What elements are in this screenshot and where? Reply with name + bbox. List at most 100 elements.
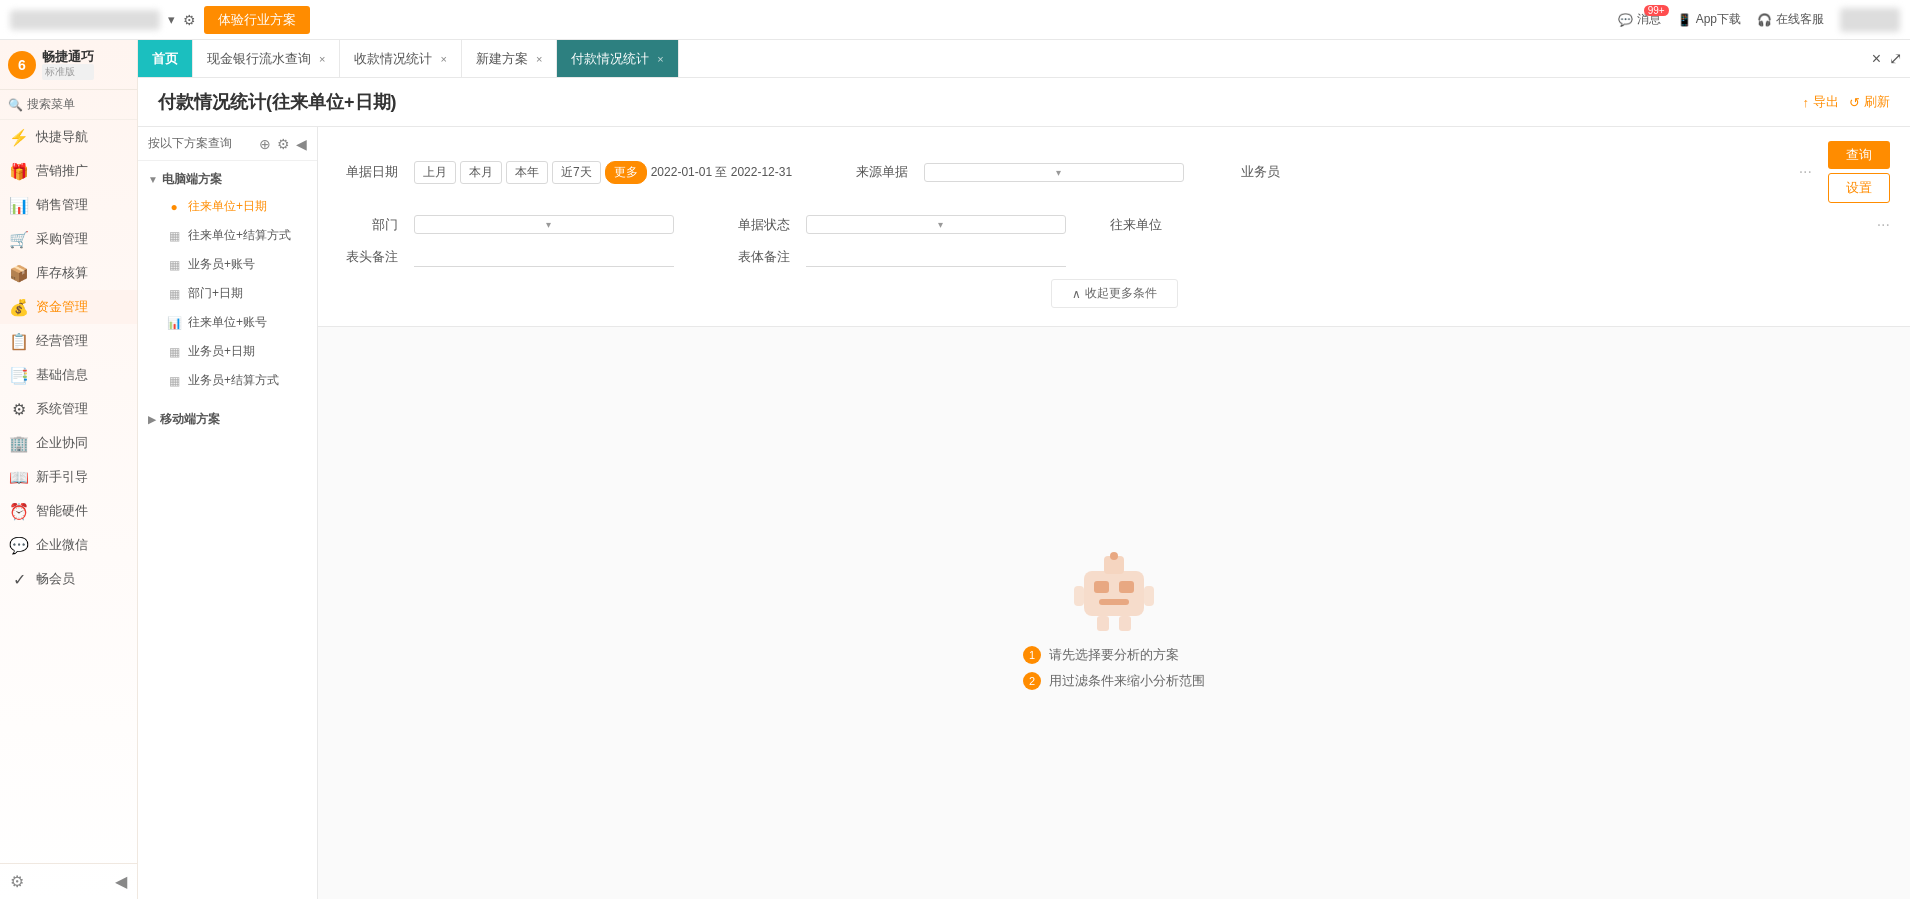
tab-close-receipt-stats[interactable]: × <box>440 53 446 65</box>
online-service-label: 在线客服 <box>1776 11 1824 28</box>
sidebar-item-vip[interactable]: ✓畅会员 <box>0 562 137 596</box>
svg-rect-9 <box>1119 616 1131 631</box>
service-icon: 🎧 <box>1757 13 1772 27</box>
tab-close-new-scheme[interactable]: × <box>536 53 542 65</box>
tab-payment-stats[interactable]: 付款情况统计 × <box>557 40 678 77</box>
dept-select-arrow-icon: ▾ <box>546 219 665 230</box>
query-btn[interactable]: 查询 <box>1828 141 1890 169</box>
empty-tip-1: 1 请先选择要分析的方案 <box>1023 646 1205 664</box>
collapse-btn[interactable]: ∧ 收起更多条件 <box>1051 279 1178 308</box>
scheme-item-salesman-settle[interactable]: ▦业务员+结算方式 <box>138 366 317 395</box>
refresh-btn[interactable]: ↺ 刷新 <box>1849 93 1890 111</box>
sidebar-item-purchase[interactable]: 🛒采购管理 <box>0 222 137 256</box>
settings-btn[interactable]: 设置 <box>1828 173 1890 203</box>
addr-dropdown-icon[interactable]: ▾ <box>168 12 175 27</box>
scheme-item-salesman-account[interactable]: ▦业务员+账号 <box>138 250 317 279</box>
header-note-input[interactable] <box>414 246 674 267</box>
dept-select[interactable]: ▾ <box>414 215 674 234</box>
settings-icon[interactable]: ⚙ <box>183 12 196 28</box>
scheme-item-counterpart-date[interactable]: ●往来单位+日期 <box>138 192 317 221</box>
tab-close-all-icon[interactable]: × <box>1872 50 1881 68</box>
tab-label-payment-stats: 付款情况统计 <box>571 50 649 68</box>
date-btn-this-year[interactable]: 本年 <box>506 161 548 184</box>
date-btn-this-month[interactable]: 本月 <box>460 161 502 184</box>
sidebar-item-sales[interactable]: 📊销售管理 <box>0 188 137 222</box>
body-note-label: 表体备注 <box>730 248 790 266</box>
source-select[interactable]: ▾ <box>924 163 1184 182</box>
tab-maximize-icon[interactable]: ⤢ <box>1889 49 1902 68</box>
desktop-group-header[interactable]: ▼ 电脑端方案 <box>138 167 317 192</box>
sidebar-label-wechat: 企业微信 <box>36 536 88 554</box>
sidebar-item-capital[interactable]: 💰资金管理 <box>0 290 137 324</box>
tab-close-bank-flow[interactable]: × <box>319 53 325 65</box>
main-layout: 6 畅捷通巧 标准版 🔍 搜索菜单 ⚡快捷导航🎁营销推广📊销售管理🛒采购管理📦库… <box>0 40 1910 899</box>
sidebar-item-quick-nav[interactable]: ⚡快捷导航 <box>0 120 137 154</box>
sidebar-item-marketing[interactable]: 🎁营销推广 <box>0 154 137 188</box>
sidebar-item-basic[interactable]: 📑基础信息 <box>0 358 137 392</box>
filter-row-1: 单据日期 上月 本月 本年 近7天 更多 2022-01-01 至 2022-1… <box>338 141 1890 203</box>
doc-status-select[interactable]: ▾ <box>806 215 1066 234</box>
avatar[interactable] <box>1840 8 1900 32</box>
mobile-group-header[interactable]: ▶ 移动端方案 <box>138 407 317 432</box>
scheme-label-counterpart-account: 往来单位+账号 <box>188 314 267 331</box>
page-title: 付款情况统计(往来单位+日期) <box>158 90 397 114</box>
desktop-scheme-group: ▼ 电脑端方案 ●往来单位+日期▦往来单位+结算方式▦业务员+账号▦部门+日期📊… <box>138 161 317 401</box>
export-btn[interactable]: ↑ 导出 <box>1803 93 1840 111</box>
date-btn-more[interactable]: 更多 <box>605 161 647 184</box>
sidebar-icon-basic: 📑 <box>10 366 28 384</box>
online-service-btn[interactable]: 🎧 在线客服 <box>1757 11 1824 28</box>
salesman-dots-icon[interactable]: ··· <box>1789 163 1812 181</box>
scheme-icon-counterpart-account: 📊 <box>166 315 182 331</box>
tab-home[interactable]: 首页 <box>138 40 193 77</box>
tab-label-home: 首页 <box>152 50 178 68</box>
scheme-item-salesman-date[interactable]: ▦ 业务员+日期 <box>138 337 317 366</box>
scheme-item-counterpart-account[interactable]: 📊 往来单位+账号 <box>138 308 317 337</box>
tab-close-payment-stats[interactable]: × <box>657 53 663 65</box>
svg-rect-0 <box>1084 571 1144 616</box>
scheme-label-salesman-date: 业务员+日期 <box>188 343 255 360</box>
sidebar-item-enterprise[interactable]: 🏢企业协同 <box>0 426 137 460</box>
message-btn[interactable]: 💬 消息 99+ <box>1618 11 1661 28</box>
desktop-group-label: 电脑端方案 <box>162 171 222 188</box>
trial-btn[interactable]: 体验行业方案 <box>204 6 310 34</box>
date-btn-7days[interactable]: 近7天 <box>552 161 601 184</box>
address-bar[interactable]: https://... <box>10 10 160 30</box>
page-header-actions: ↑ 导出 ↺ 刷新 <box>1803 93 1891 111</box>
page-header: 付款情况统计(往来单位+日期) ↑ 导出 ↺ 刷新 <box>138 78 1910 127</box>
scheme-icon-salesman-date: ▦ <box>166 344 182 360</box>
scheme-collapse-icon[interactable]: ◀ <box>296 136 307 152</box>
scheme-label-salesman-account: 业务员+账号 <box>188 256 255 273</box>
sidebar-icon-marketing: 🎁 <box>10 162 28 180</box>
app-download-btn[interactable]: 📱 App下载 <box>1677 11 1741 28</box>
search-menu-btn[interactable]: 🔍 搜索菜单 <box>0 90 137 120</box>
app-icon: 📱 <box>1677 13 1692 27</box>
tab-receipt-stats[interactable]: 收款情况统计× <box>340 40 461 77</box>
sidebar-item-system[interactable]: ⚙系统管理 <box>0 392 137 426</box>
scheme-panel-header: 按以下方案查询 ⊕ ⚙ ◀ <box>138 127 317 161</box>
sidebar-settings-icon[interactable]: ⚙ <box>10 872 24 891</box>
counterpart-dots-icon[interactable]: ··· <box>1867 216 1890 234</box>
desktop-scheme-items: ●往来单位+日期▦往来单位+结算方式▦业务员+账号▦部门+日期📊往来单位+账号▦… <box>138 192 317 395</box>
scheme-add-icon[interactable]: ⊕ <box>259 136 271 152</box>
scheme-icon-counterpart-date: ● <box>166 199 182 215</box>
sidebar-bottom: ⚙ ◀ <box>0 863 137 899</box>
sidebar-item-operation[interactable]: 📋经营管理 <box>0 324 137 358</box>
sidebar-collapse-icon[interactable]: ◀ <box>115 872 127 891</box>
sidebar-item-inventory[interactable]: 📦库存核算 <box>0 256 137 290</box>
sidebar-icon-operation: 📋 <box>10 332 28 350</box>
filter-panel: 单据日期 上月 本月 本年 近7天 更多 2022-01-01 至 2022-1… <box>318 127 1910 327</box>
body-note-input[interactable] <box>806 246 1066 267</box>
empty-illustration <box>1064 536 1164 636</box>
tab-new-scheme[interactable]: 新建方案× <box>462 40 557 77</box>
scheme-settings-icon[interactable]: ⚙ <box>277 136 290 152</box>
scheme-item-dept-date[interactable]: ▦部门+日期 <box>138 279 317 308</box>
tab-bar: 首页现金银行流水查询×收款情况统计×新建方案× 付款情况统计 × × ⤢ <box>138 40 1910 78</box>
date-btn-last-month[interactable]: 上月 <box>414 161 456 184</box>
sidebar-item-wechat[interactable]: 💬企业微信 <box>0 528 137 562</box>
tab-bank-flow[interactable]: 现金银行流水查询× <box>193 40 340 77</box>
date-range-display: 2022-01-01 至 2022-12-31 <box>651 164 792 181</box>
counterpart-label: 往来单位 <box>1102 216 1162 234</box>
scheme-item-counterpart-settle[interactable]: ▦往来单位+结算方式 <box>138 221 317 250</box>
sidebar-item-guide[interactable]: 📖新手引导 <box>0 460 137 494</box>
sidebar-item-hardware[interactable]: ⏰智能硬件 <box>0 494 137 528</box>
